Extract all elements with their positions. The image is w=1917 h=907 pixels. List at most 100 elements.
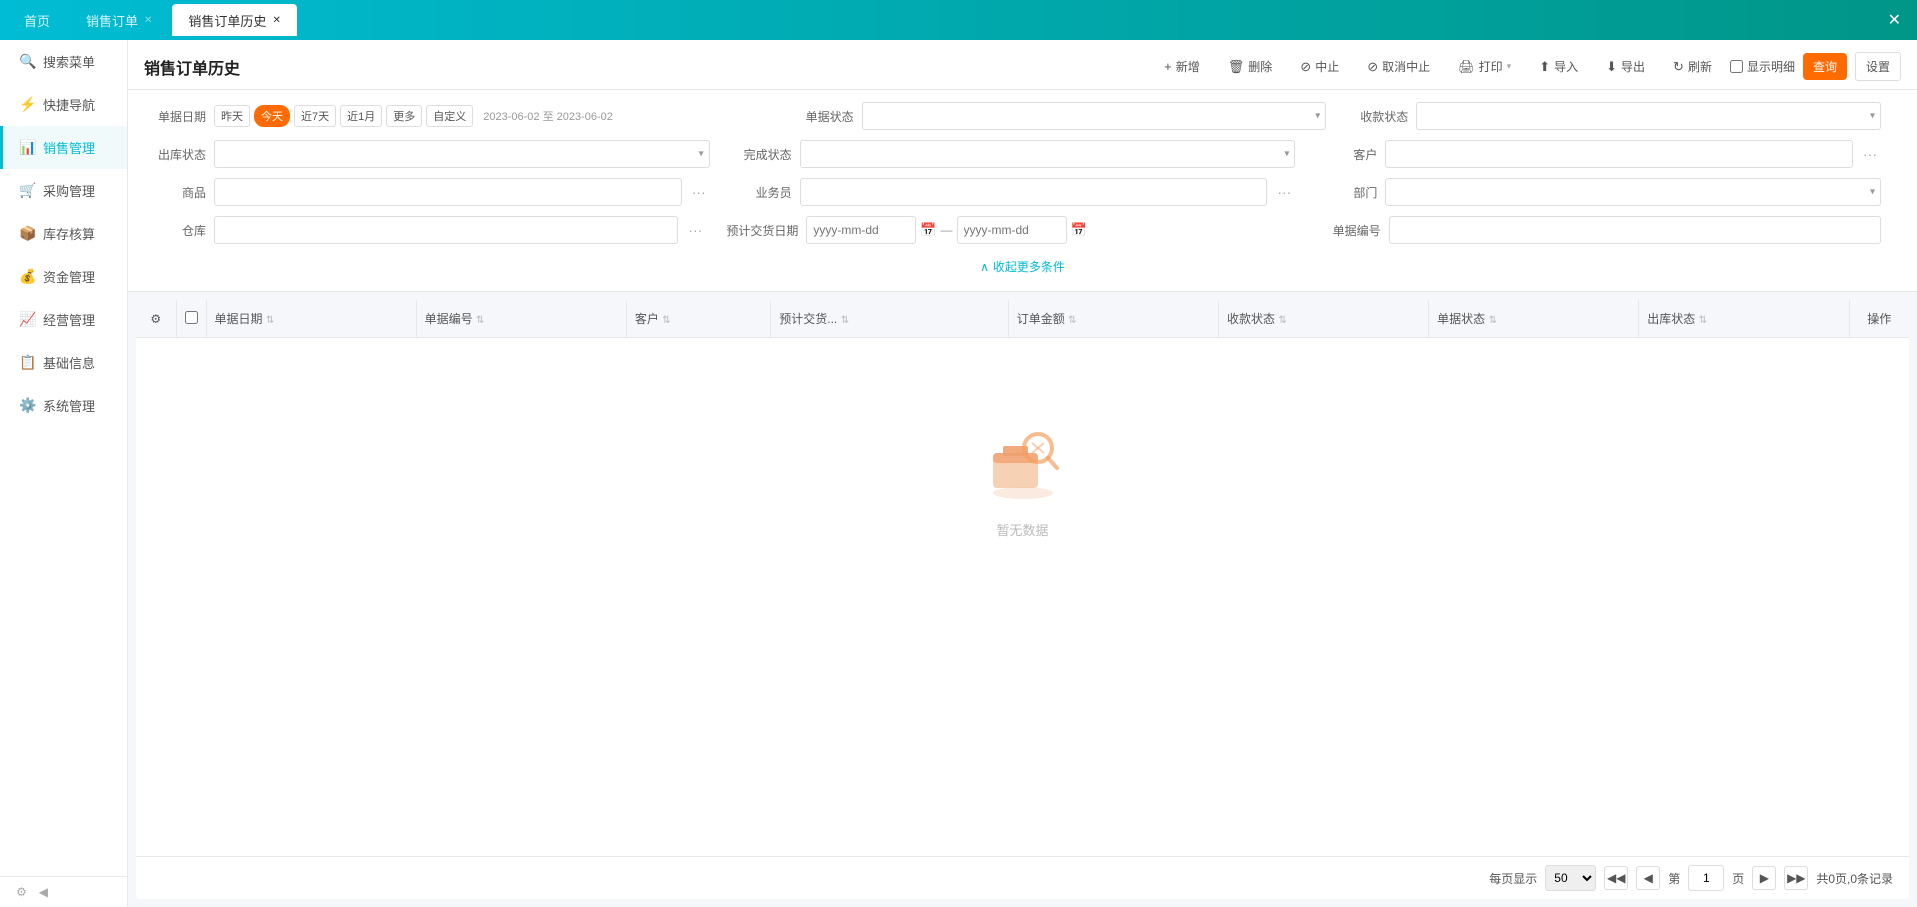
th-customer[interactable]: 客户 — [626, 300, 770, 338]
window-close-btn[interactable]: ✕ — [1880, 6, 1909, 34]
tab-sales-order-history-close[interactable]: ✕ — [272, 15, 280, 26]
calendar-from-icon[interactable]: 📅 — [920, 222, 936, 238]
delivery-date-from-input[interactable] — [806, 216, 916, 244]
stop-button[interactable]: ⊘ 中止 — [1290, 53, 1349, 80]
goods-more-btn[interactable]: ··· — [688, 182, 710, 202]
settings-button[interactable]: 设置 — [1855, 52, 1901, 81]
tab-sales-order-history[interactable]: 销售订单历史 ✕ — [172, 4, 296, 36]
customer-more-btn[interactable]: ··· — [1859, 144, 1881, 164]
import-button[interactable]: ⬆ 导入 — [1529, 53, 1588, 80]
filter-row-4: 仓库 ··· 预计交货日期 📅 — 📅 单据编号 — [144, 216, 1901, 244]
sidebar-item-basic-info[interactable]: 📋 基础信息 — [0, 341, 127, 384]
customer-input[interactable] — [1385, 140, 1853, 168]
sidebar-item-system[interactable]: ⚙️ 系统管理 — [0, 384, 127, 427]
th-checkbox[interactable] — [176, 300, 206, 338]
th-amount[interactable]: 订单金额 — [1008, 300, 1218, 338]
delivery-date-to-input[interactable] — [957, 216, 1067, 244]
goods-input[interactable] — [214, 178, 682, 206]
sidebar-item-operations[interactable]: 📈 经营管理 — [0, 298, 127, 341]
outbound-status-select-wrapper — [214, 140, 710, 168]
outbound-status-label: 出库状态 — [144, 146, 214, 163]
collapse-row[interactable]: ∧ 收起更多条件 — [144, 254, 1901, 279]
sidebar-item-finance[interactable]: 💰 资金管理 — [0, 255, 127, 298]
salesperson-input[interactable] — [800, 178, 1268, 206]
sidebar-item-purchase-mgmt[interactable]: 🛒 采购管理 — [0, 169, 127, 212]
sidebar-item-quick-nav[interactable]: ⚡ 快捷导航 — [0, 83, 127, 126]
warehouse-more-btn[interactable]: ··· — [684, 220, 706, 240]
th-number[interactable]: 单据编号 — [416, 300, 626, 338]
outbound-status-select[interactable] — [214, 140, 710, 168]
top-nav-bar: 首页 销售订单 ✕ 销售订单历史 ✕ ✕ — [0, 0, 1917, 40]
cancel-stop-button[interactable]: ⊘ 取消中止 — [1357, 53, 1440, 80]
tab-sales-order[interactable]: 销售订单 ✕ — [70, 4, 168, 36]
collapse-icon: ∧ — [980, 260, 989, 274]
payment-status-label: 收款状态 — [1346, 108, 1416, 125]
add-button[interactable]: + 新增 — [1154, 53, 1210, 80]
select-all-checkbox[interactable] — [185, 311, 198, 324]
sidebar-item-search-menu[interactable]: 🔍 搜索菜单 — [0, 40, 127, 83]
query-button[interactable]: 查询 — [1803, 53, 1847, 80]
data-table: ⚙ 单据日期 单据编号 客户 — [136, 300, 1909, 338]
sidebar-item-inventory[interactable]: 📦 库存核算 — [0, 212, 127, 255]
date-btn-more[interactable]: 更多 — [386, 105, 422, 127]
calendar-to-icon[interactable]: 📅 — [1071, 222, 1087, 238]
filter-row-3: 商品 ··· 业务员 ··· 部门 — [144, 178, 1901, 206]
search-menu-icon: 🔍 — [19, 53, 35, 70]
table-settings-icon[interactable]: ⚙ — [150, 312, 161, 326]
display-columns-checkbox-label[interactable]: 显示明细 — [1730, 58, 1795, 75]
empty-state: 暂无数据 — [136, 338, 1909, 619]
print-dropdown-icon: ▾ — [1507, 61, 1512, 72]
th-delivery[interactable]: 预计交货... — [771, 300, 1009, 338]
date-btn-today[interactable]: 今天 — [254, 105, 290, 127]
completion-status-select[interactable] — [800, 140, 1296, 168]
date-btn-custom[interactable]: 自定义 — [426, 105, 473, 127]
print-button[interactable]: 🖨 打印 ▾ — [1448, 53, 1521, 80]
tab-sales-order-close[interactable]: ✕ — [144, 15, 152, 26]
pagination: 每页显示 102050100 ◀◀ ◀ 第 页 ▶ ▶▶ 共0页,0条记录 — [136, 856, 1909, 899]
th-outbound-status[interactable]: 出库状态 — [1639, 300, 1849, 338]
content-area: 销售订单历史 + 新增 🗑 删除 ⊘ 中止 ⊘ 取消中止 — [128, 40, 1917, 907]
warehouse-label: 仓库 — [144, 222, 214, 239]
last-page-btn[interactable]: ▶▶ — [1784, 866, 1808, 890]
date-btn-1month[interactable]: 近1月 — [340, 105, 382, 127]
next-page-btn[interactable]: ▶ — [1752, 866, 1776, 890]
table-area: ⚙ 单据日期 单据编号 客户 — [136, 300, 1909, 899]
sidebar-collapse-icon[interactable]: ◀ — [39, 885, 48, 899]
th-order-status[interactable]: 单据状态 — [1429, 300, 1639, 338]
display-columns-checkbox[interactable] — [1730, 60, 1743, 73]
order-status-select[interactable] — [862, 102, 1327, 130]
sales-mgmt-icon: 📊 — [19, 139, 35, 156]
sidebar-settings-icon[interactable]: ⚙ — [16, 885, 27, 899]
department-select[interactable] — [1385, 178, 1881, 206]
payment-status-select[interactable] — [1416, 102, 1881, 130]
filter-row-2: 出库状态 完成状态 客户 ··· — [144, 140, 1901, 168]
date-filter-control: 昨天 今天 近7天 近1月 更多 自定义 2023-06-02 至 2023-0… — [214, 105, 772, 127]
first-page-btn[interactable]: ◀◀ — [1604, 866, 1628, 890]
date-btn-yesterday[interactable]: 昨天 — [214, 105, 250, 127]
add-icon: + — [1164, 59, 1172, 74]
th-payment-status[interactable]: 收款状态 — [1218, 300, 1428, 338]
basic-info-icon: 📋 — [19, 354, 35, 371]
refresh-button[interactable]: ↻ 刷新 — [1663, 53, 1722, 80]
export-button[interactable]: ⬇ 导出 — [1596, 53, 1655, 80]
warehouse-input[interactable] — [214, 216, 678, 244]
delete-button[interactable]: 🗑 删除 — [1218, 53, 1283, 80]
order-number-input[interactable] — [1389, 216, 1881, 244]
page-size-select[interactable]: 102050100 — [1545, 865, 1596, 891]
sidebar-item-sales-mgmt[interactable]: 📊 销售管理 — [0, 126, 127, 169]
finance-icon: 💰 — [19, 268, 35, 285]
page-size-label: 每页显示 — [1489, 870, 1537, 887]
filter-area: 单据日期 昨天 今天 近7天 近1月 更多 自定义 2023-06-02 至 2… — [128, 90, 1917, 292]
th-date[interactable]: 单据日期 — [206, 300, 416, 338]
page-number-input[interactable] — [1688, 865, 1724, 891]
import-icon: ⬆ — [1539, 59, 1550, 75]
table-header-row: ⚙ 单据日期 单据编号 客户 — [136, 300, 1909, 338]
salesperson-more-btn[interactable]: ··· — [1273, 182, 1295, 202]
first-page-icon: ◀◀ — [1607, 871, 1625, 885]
prev-page-btn[interactable]: ◀ — [1636, 866, 1660, 890]
th-settings[interactable]: ⚙ — [136, 300, 176, 338]
date-btn-7days[interactable]: 近7天 — [294, 105, 336, 127]
delivery-date-input-group: 📅 — 📅 — [806, 216, 1298, 244]
tab-home[interactable]: 首页 — [8, 4, 66, 36]
delivery-date-label: 预计交货日期 — [726, 222, 806, 239]
